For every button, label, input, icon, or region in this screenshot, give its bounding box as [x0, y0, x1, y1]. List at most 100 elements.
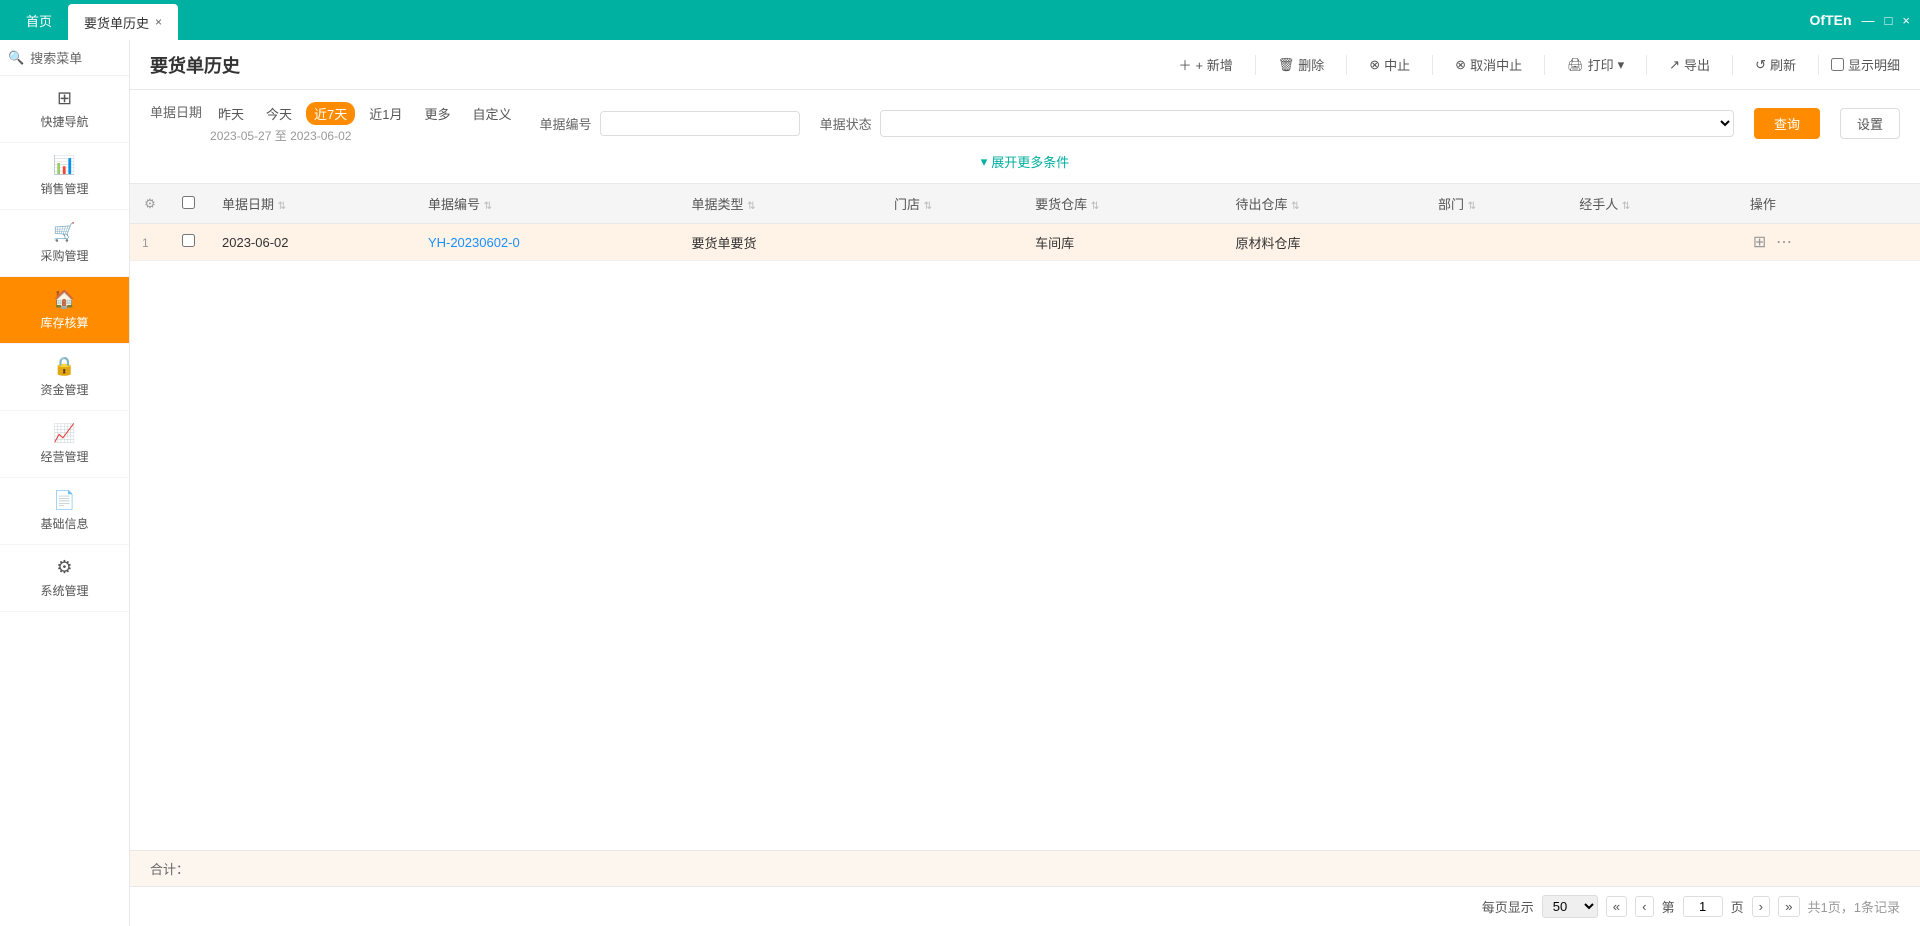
- table-row: 1 2023-06-02 YH-20230602-0 要货单要货: [130, 224, 1920, 261]
- tag-more[interactable]: 更多: [417, 102, 459, 125]
- export-button[interactable]: ↗ 导出: [1659, 51, 1720, 78]
- stop-icon: ⊗: [1369, 57, 1380, 73]
- display-detail-toggle[interactable]: 显示明细: [1831, 55, 1900, 74]
- print-dropdown-icon: ▾: [1618, 57, 1625, 73]
- doc-status-filter: 单据状态: [820, 110, 1734, 137]
- window-minimize[interactable]: —: [1862, 13, 1875, 28]
- display-detail-label: 显示明细: [1848, 55, 1900, 74]
- sidebar-item-sales[interactable]: 📊 销售管理: [0, 143, 129, 210]
- tab-home[interactable]: 首页: [10, 0, 68, 40]
- window-maximize[interactable]: □: [1885, 13, 1893, 28]
- tab-active[interactable]: 要货单历史 ×: [68, 4, 178, 40]
- cell-number: YH-20230602-0: [416, 224, 680, 261]
- sort-store-icon[interactable]: ⇅: [924, 201, 932, 212]
- row-edit-icon[interactable]: ⊞: [1753, 234, 1766, 251]
- basic-icon: 📄: [53, 490, 75, 511]
- summary-label: 合计：: [150, 862, 189, 877]
- sidebar-item-basic[interactable]: 📄 基础信息: [0, 478, 129, 545]
- divider2: [1346, 55, 1347, 75]
- tag-today[interactable]: 今天: [258, 102, 300, 125]
- sidebar-item-finance[interactable]: 🔒 资金管理: [0, 344, 129, 411]
- sidebar-item-purchase[interactable]: 🛒 采购管理: [0, 210, 129, 277]
- date-filter-group: 单据日期 昨天 今天 近7天 近1月 更多 自定义 2023-05-27 至 2…: [150, 102, 520, 144]
- layout: 🔍 搜索菜单 ⊞ 快捷导航 📊 销售管理 🛒 采购管理 🏠 库存核算 🔒 资金管…: [0, 40, 1920, 926]
- next-page-button[interactable]: ›: [1752, 896, 1770, 917]
- tag-custom[interactable]: 自定义: [465, 102, 520, 125]
- tag-yesterday[interactable]: 昨天: [210, 102, 252, 125]
- display-detail-checkbox[interactable]: [1831, 58, 1844, 71]
- sidebar-item-operation[interactable]: 📈 经营管理: [0, 411, 129, 478]
- page-input[interactable]: [1683, 896, 1723, 917]
- column-settings-icon[interactable]: ⚙: [142, 196, 158, 212]
- sort-handler-icon[interactable]: ⇅: [1622, 201, 1630, 212]
- first-page-button[interactable]: «: [1606, 896, 1627, 917]
- sidebar-item-shortcut-label: 快捷导航: [40, 113, 88, 130]
- th-handler: 经手人 ⇅: [1567, 184, 1738, 224]
- sort-req-warehouse-icon[interactable]: ⇅: [1091, 201, 1099, 212]
- export-icon: ↗: [1669, 57, 1680, 73]
- cell-checkbox: [170, 224, 210, 261]
- finance-icon: 🔒: [53, 356, 75, 377]
- top-bar: 首页 要货单历史 × OfTEn — □ ×: [0, 0, 1920, 40]
- expand-more-button[interactable]: ▾ 展开更多条件: [981, 152, 1070, 171]
- sort-date-icon[interactable]: ⇅: [278, 201, 286, 212]
- select-all-checkbox[interactable]: [182, 196, 195, 209]
- divider4: [1544, 55, 1545, 75]
- tab-close-icon[interactable]: ×: [155, 15, 162, 29]
- per-page-select[interactable]: 10 20 50 100: [1542, 895, 1598, 918]
- tab-active-label: 要货单历史: [84, 13, 149, 32]
- query-button[interactable]: 查询: [1754, 108, 1820, 139]
- print-icon: 🖨: [1567, 57, 1584, 73]
- sort-pending-warehouse-icon[interactable]: ⇅: [1291, 201, 1299, 212]
- sort-type-icon[interactable]: ⇅: [747, 201, 755, 212]
- expand-row: ▾ 展开更多条件: [150, 152, 1900, 171]
- sidebar-item-inventory[interactable]: 🏠 库存核算: [0, 277, 129, 344]
- total-info: 共1页，1条记录: [1808, 897, 1900, 916]
- doc-status-label: 单据状态: [820, 114, 872, 133]
- window-close[interactable]: ×: [1902, 13, 1910, 28]
- doc-number-input[interactable]: [600, 111, 800, 136]
- per-page-label: 每页显示: [1482, 897, 1534, 916]
- th-date: 单据日期 ⇅: [210, 184, 416, 224]
- prev-page-button[interactable]: ‹: [1635, 896, 1653, 917]
- divider1: [1255, 55, 1256, 75]
- search-icon: 🔍: [8, 50, 24, 66]
- cell-operation: ⊞ ⋯: [1738, 224, 1920, 261]
- new-button[interactable]: ＋ + 新增: [1168, 51, 1242, 78]
- delete-button[interactable]: 🗑 删除: [1268, 51, 1335, 78]
- brand-text: OfTEn: [1810, 12, 1852, 28]
- main-content: 要货单历史 ＋ + 新增 🗑 删除 ⊗ 中止 ⊗: [130, 40, 1920, 926]
- divider6: [1732, 55, 1733, 75]
- sort-number-icon[interactable]: ⇅: [484, 201, 492, 212]
- divider7: [1818, 55, 1819, 75]
- cell-type: 要货单要货: [679, 224, 882, 261]
- doc-status-select[interactable]: [880, 110, 1734, 137]
- tag-7days[interactable]: 近7天: [306, 102, 355, 125]
- sidebar-item-shortcut[interactable]: ⊞ 快捷导航: [0, 76, 129, 143]
- sort-department-icon[interactable]: ⇅: [1468, 201, 1476, 212]
- doc-number-link[interactable]: YH-20230602-0: [428, 235, 520, 250]
- th-operation: 操作: [1738, 184, 1920, 224]
- cell-req-warehouse: 车间库: [1023, 224, 1223, 261]
- row-more-icon[interactable]: ⋯: [1776, 234, 1792, 251]
- tab-home-label: 首页: [26, 11, 52, 30]
- filter-tags: 昨天 今天 近7天 近1月 更多 自定义: [210, 102, 520, 125]
- tag-1month[interactable]: 近1月: [361, 102, 410, 125]
- page-actions: ＋ + 新增 🗑 删除 ⊗ 中止 ⊗ 取消中止: [1168, 51, 1900, 78]
- main-table: ⚙ 单据日期 ⇅ 单据编号 ⇅: [130, 184, 1920, 261]
- top-bar-right: OfTEn — □ ×: [1802, 12, 1910, 28]
- stop-button[interactable]: ⊗ 中止: [1359, 51, 1420, 78]
- sidebar-item-system[interactable]: ⚙ 系统管理: [0, 545, 129, 612]
- refresh-button[interactable]: ↺ 刷新: [1745, 51, 1806, 78]
- row-checkbox[interactable]: [182, 234, 195, 247]
- settings-button[interactable]: 设置: [1840, 108, 1900, 139]
- sidebar-search[interactable]: 🔍 搜索菜单: [0, 40, 129, 76]
- last-page-button[interactable]: »: [1778, 896, 1799, 917]
- system-icon: ⚙: [56, 557, 72, 578]
- sidebar-item-operation-label: 经营管理: [40, 448, 88, 465]
- pagination: 每页显示 10 20 50 100 « ‹ 第 页 › » 共1页，1条记录: [130, 886, 1920, 926]
- th-type: 单据类型 ⇅: [679, 184, 882, 224]
- cancel-stop-button[interactable]: ⊗ 取消中止: [1445, 51, 1532, 78]
- print-button[interactable]: 🖨 打印 ▾: [1557, 51, 1634, 78]
- page-label: 第: [1662, 897, 1675, 916]
